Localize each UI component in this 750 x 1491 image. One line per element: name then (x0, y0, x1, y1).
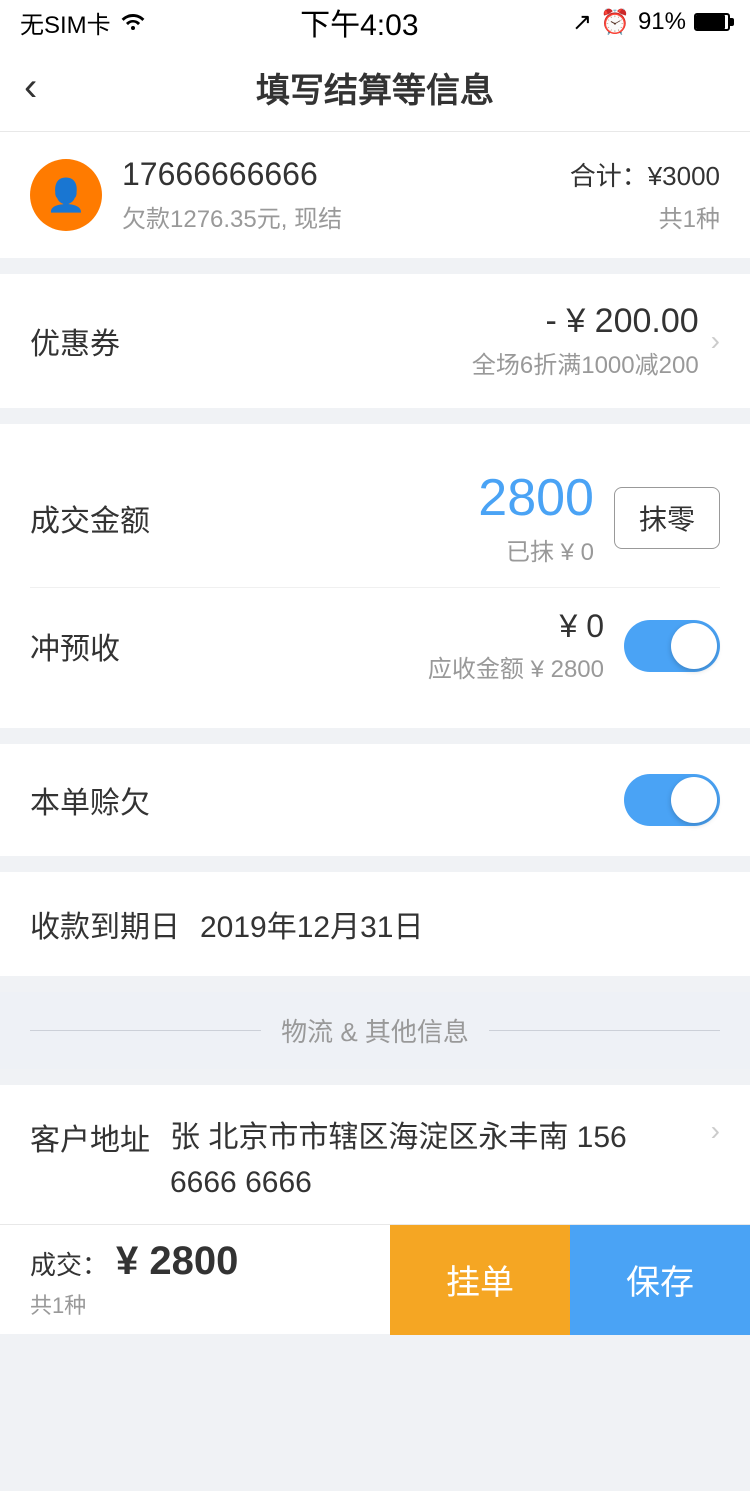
overdue-toggle[interactable] (624, 774, 720, 826)
prepay-value: ¥ 0 (560, 608, 604, 645)
prepay-toggle[interactable] (624, 620, 720, 672)
customer-info-row: 👤 17666666666 欠款1276.35元, 现结 合计：¥3000 共1… (0, 132, 750, 258)
bottom-deal-label: 成交： (30, 1245, 108, 1282)
prepay-row: 冲预收 ¥ 0 应收金额 ¥ 2800 (30, 588, 720, 704)
amount-label: 成交金额 (30, 496, 150, 540)
pending-button[interactable]: 挂单 (390, 1225, 570, 1335)
customer-left: 👤 17666666666 欠款1276.35元, 现结 (30, 156, 342, 234)
overdue-row: 本单赊欠 (0, 744, 750, 856)
coupon-row[interactable]: 优惠券 - ¥ 200.00 全场6折满1000减200 › (0, 274, 750, 408)
status-bar: 无SIM卡 下午4:03 ↗ ⏰ 91% (0, 0, 750, 44)
nav-bar: ‹ 填写结算等信息 (0, 44, 750, 132)
customer-total: 合计：¥3000 共1种 (570, 156, 720, 234)
prepay-amount-label: 应收金额 ¥ 2800 (428, 649, 604, 684)
bottom-deal-count: 共1种 (30, 1288, 360, 1320)
avatar-icon: 👤 (46, 176, 86, 214)
divider-text: 物流 & 其他信息 (281, 1012, 469, 1049)
coupon-value-wrap: - ¥ 200.00 全场6折满1000减200 (472, 302, 699, 380)
coupon-detail: 全场6折满1000减200 (472, 345, 699, 380)
bottom-deal-amount: ¥ 2800 (116, 1239, 238, 1284)
wifi-icon (119, 8, 147, 37)
address-section[interactable]: 客户地址 张 北京市市辖区海淀区永丰南 156 6666 6666 › (0, 1085, 750, 1235)
amount-sub: 已抹 ¥ 0 (506, 532, 594, 567)
overdue-section: 本单赊欠 (0, 744, 750, 856)
battery-level: 91% (638, 8, 686, 36)
amount-right: 2800 已抹 ¥ 0 抹零 (478, 468, 720, 567)
round-button[interactable]: 抹零 (614, 487, 720, 549)
total-amount: 合计：¥3000 (570, 156, 720, 193)
sim-status: 无SIM卡 (20, 5, 111, 40)
divider-section: 物流 & 其他信息 (0, 992, 750, 1069)
duedate-value: 2019年12月31日 (200, 902, 423, 946)
address-value: 张 北京市市辖区海淀区永丰南 156 6666 6666 (170, 1115, 691, 1205)
prepay-value-wrap: ¥ 0 应收金额 ¥ 2800 (428, 608, 604, 684)
battery-icon (694, 13, 730, 31)
customer-phone: 17666666666 (122, 156, 342, 193)
status-right: ↗ ⏰ 91% (572, 8, 730, 37)
customer-details: 17666666666 欠款1276.35元, 现结 (122, 156, 342, 234)
total-count: 共1种 (570, 199, 720, 234)
status-time: 下午4:03 (300, 0, 418, 44)
divider-right (489, 1030, 720, 1031)
amount-section: 成交金额 2800 已抹 ¥ 0 抹零 冲预收 ¥ 0 应收金额 ¥ 2800 (0, 424, 750, 728)
location-icon: ↗ (572, 8, 592, 37)
avatar: 👤 (30, 159, 102, 231)
transaction-amount-value: 2800 (478, 468, 594, 528)
toggle-knob (671, 623, 717, 669)
chevron-right-icon: › (711, 325, 720, 357)
duedate-row: 收款到期日 2019年12月31日 (0, 872, 750, 976)
save-button[interactable]: 保存 (570, 1225, 750, 1335)
customer-sub: 欠款1276.35元, 现结 (122, 199, 342, 234)
prepay-label: 冲预收 (30, 624, 120, 668)
coupon-discount: - ¥ 200.00 (546, 302, 699, 341)
duedate-label: 收款到期日 (30, 902, 180, 946)
address-chevron: › (711, 1115, 720, 1147)
overdue-label: 本单赊欠 (30, 778, 150, 822)
prepay-right: ¥ 0 应收金额 ¥ 2800 (428, 608, 720, 684)
transaction-amount-row: 成交金额 2800 已抹 ¥ 0 抹零 (30, 448, 720, 588)
overdue-toggle-knob (671, 777, 717, 823)
address-label: 客户地址 (30, 1115, 150, 1159)
alarm-icon: ⏰ (600, 8, 630, 37)
address-chevron-icon: › (711, 1115, 720, 1147)
page-title: 填写结算等信息 (256, 63, 494, 112)
divider-left (30, 1030, 261, 1031)
amount-value-wrap: 2800 已抹 ¥ 0 (478, 468, 594, 567)
back-button[interactable]: ‹ (24, 65, 37, 110)
coupon-right: - ¥ 200.00 全场6折满1000减200 › (472, 302, 720, 380)
bottom-info: 成交： ¥ 2800 共1种 (0, 1239, 390, 1320)
status-left: 无SIM卡 (20, 5, 147, 40)
bottom-bar: 成交： ¥ 2800 共1种 挂单 保存 (0, 1224, 750, 1334)
coupon-label: 优惠券 (30, 319, 120, 363)
